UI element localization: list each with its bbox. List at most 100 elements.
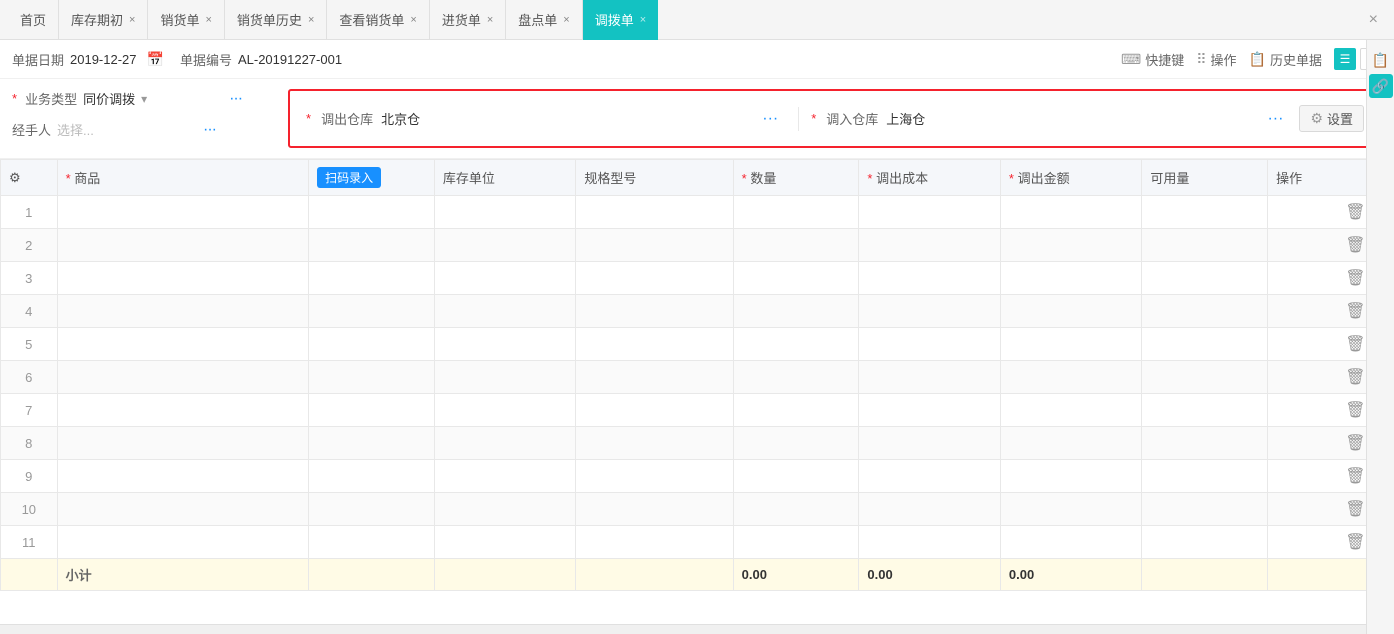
row-7-cost[interactable] [859,394,1001,427]
row-4-product[interactable] [57,295,309,328]
row-9-qty[interactable] [733,460,859,493]
shortcuts-button[interactable]: ⌨ 快捷键 [1121,50,1184,69]
row-2-unit[interactable] [434,229,576,262]
row-5-product[interactable] [57,328,309,361]
close-icon[interactable]: × [640,14,646,26]
row-2-available[interactable] [1142,229,1268,262]
row-3-amount[interactable] [1000,262,1142,295]
row-2-amount[interactable] [1000,229,1142,262]
row-3-cost[interactable] [859,262,1001,295]
warehouse-in-more-button[interactable]: ··· [1267,110,1291,128]
row-10-amount[interactable] [1000,493,1142,526]
close-icon[interactable]: × [205,14,211,26]
row-10-available[interactable] [1142,493,1268,526]
row-6-spec[interactable] [576,361,733,394]
row-10-scan[interactable] [309,493,435,526]
row-5-amount[interactable] [1000,328,1142,361]
row-11-scan[interactable] [309,526,435,559]
row-1-cost[interactable] [859,196,1001,229]
row-10-cost[interactable] [859,493,1001,526]
row-8-product[interactable] [57,427,309,460]
row-7-available[interactable] [1142,394,1268,427]
row-7-amount[interactable] [1000,394,1142,427]
delete-icon[interactable]: 🗑 [1345,400,1365,420]
row-11-cost[interactable] [859,526,1001,559]
row-1-scan[interactable] [309,196,435,229]
handler-select[interactable]: 选择... [57,120,197,139]
gear-icon[interactable]: ⚙ [9,170,21,185]
row-6-product[interactable] [57,361,309,394]
close-icon[interactable]: × [410,14,416,26]
delete-icon[interactable]: 🗑 [1345,334,1365,354]
row-10-product[interactable] [57,493,309,526]
row-11-qty[interactable] [733,526,859,559]
calendar-icon[interactable]: 📅 [147,51,164,68]
row-4-spec[interactable] [576,295,733,328]
delete-icon[interactable]: 🗑 [1345,235,1365,255]
business-more-button[interactable]: ··· [229,90,242,108]
row-6-unit[interactable] [434,361,576,394]
tab-stocktake[interactable]: 盘点单 × [506,0,582,40]
row-3-spec[interactable] [576,262,733,295]
row-4-amount[interactable] [1000,295,1142,328]
business-select[interactable]: 同价调拨 ▾ [83,89,223,108]
row-9-spec[interactable] [576,460,733,493]
tab-view-sales[interactable]: 查看销货单 × [327,0,429,40]
delete-icon[interactable]: 🗑 [1345,301,1365,321]
delete-icon[interactable]: 🗑 [1345,367,1365,387]
col-settings[interactable]: ⚙ [1,160,58,196]
row-1-amount[interactable] [1000,196,1142,229]
row-7-spec[interactable] [576,394,733,427]
delete-icon[interactable]: 🗑 [1345,202,1365,222]
close-icon[interactable]: × [563,14,569,26]
actions-button[interactable]: ⠿ 操作 [1196,50,1236,69]
row-6-cost[interactable] [859,361,1001,394]
row-6-qty[interactable] [733,361,859,394]
row-4-qty[interactable] [733,295,859,328]
tab-purchase[interactable]: 进货单 × [430,0,506,40]
row-10-unit[interactable] [434,493,576,526]
row-7-scan[interactable] [309,394,435,427]
history-button[interactable]: 📋 历史单据 [1249,50,1322,69]
row-9-unit[interactable] [434,460,576,493]
row-3-available[interactable] [1142,262,1268,295]
delete-icon[interactable]: 🗑 [1345,433,1365,453]
row-5-qty[interactable] [733,328,859,361]
row-7-qty[interactable] [733,394,859,427]
row-9-scan[interactable] [309,460,435,493]
row-10-spec[interactable] [576,493,733,526]
row-7-unit[interactable] [434,394,576,427]
row-8-cost[interactable] [859,427,1001,460]
row-1-spec[interactable] [576,196,733,229]
row-1-product[interactable] [57,196,309,229]
row-9-product[interactable] [57,460,309,493]
row-3-product[interactable] [57,262,309,295]
tab-transfer[interactable]: 调拨单 × [583,0,658,40]
close-icon[interactable]: × [129,14,135,26]
row-8-available[interactable] [1142,427,1268,460]
row-8-unit[interactable] [434,427,576,460]
row-5-spec[interactable] [576,328,733,361]
sidebar-notes-icon[interactable]: 📋 [1369,48,1393,72]
horizontal-scrollbar[interactable] [0,624,1394,634]
row-11-amount[interactable] [1000,526,1142,559]
row-5-cost[interactable] [859,328,1001,361]
row-4-unit[interactable] [434,295,576,328]
sidebar-link-icon[interactable]: 🔗 [1369,74,1393,98]
delete-icon[interactable]: 🗑 [1345,499,1365,519]
handler-more-button[interactable]: ··· [203,121,216,139]
row-6-scan[interactable] [309,361,435,394]
row-8-amount[interactable] [1000,427,1142,460]
delete-icon[interactable]: 🗑 [1345,532,1365,552]
row-2-spec[interactable] [576,229,733,262]
row-10-qty[interactable] [733,493,859,526]
layout-list-icon[interactable]: ☰ [1334,48,1356,70]
row-1-available[interactable] [1142,196,1268,229]
row-9-cost[interactable] [859,460,1001,493]
row-4-available[interactable] [1142,295,1268,328]
tab-home[interactable]: 首页 [8,0,59,40]
row-8-spec[interactable] [576,427,733,460]
setting-button[interactable]: ⚙ 设置 [1299,105,1364,132]
row-3-unit[interactable] [434,262,576,295]
row-5-available[interactable] [1142,328,1268,361]
